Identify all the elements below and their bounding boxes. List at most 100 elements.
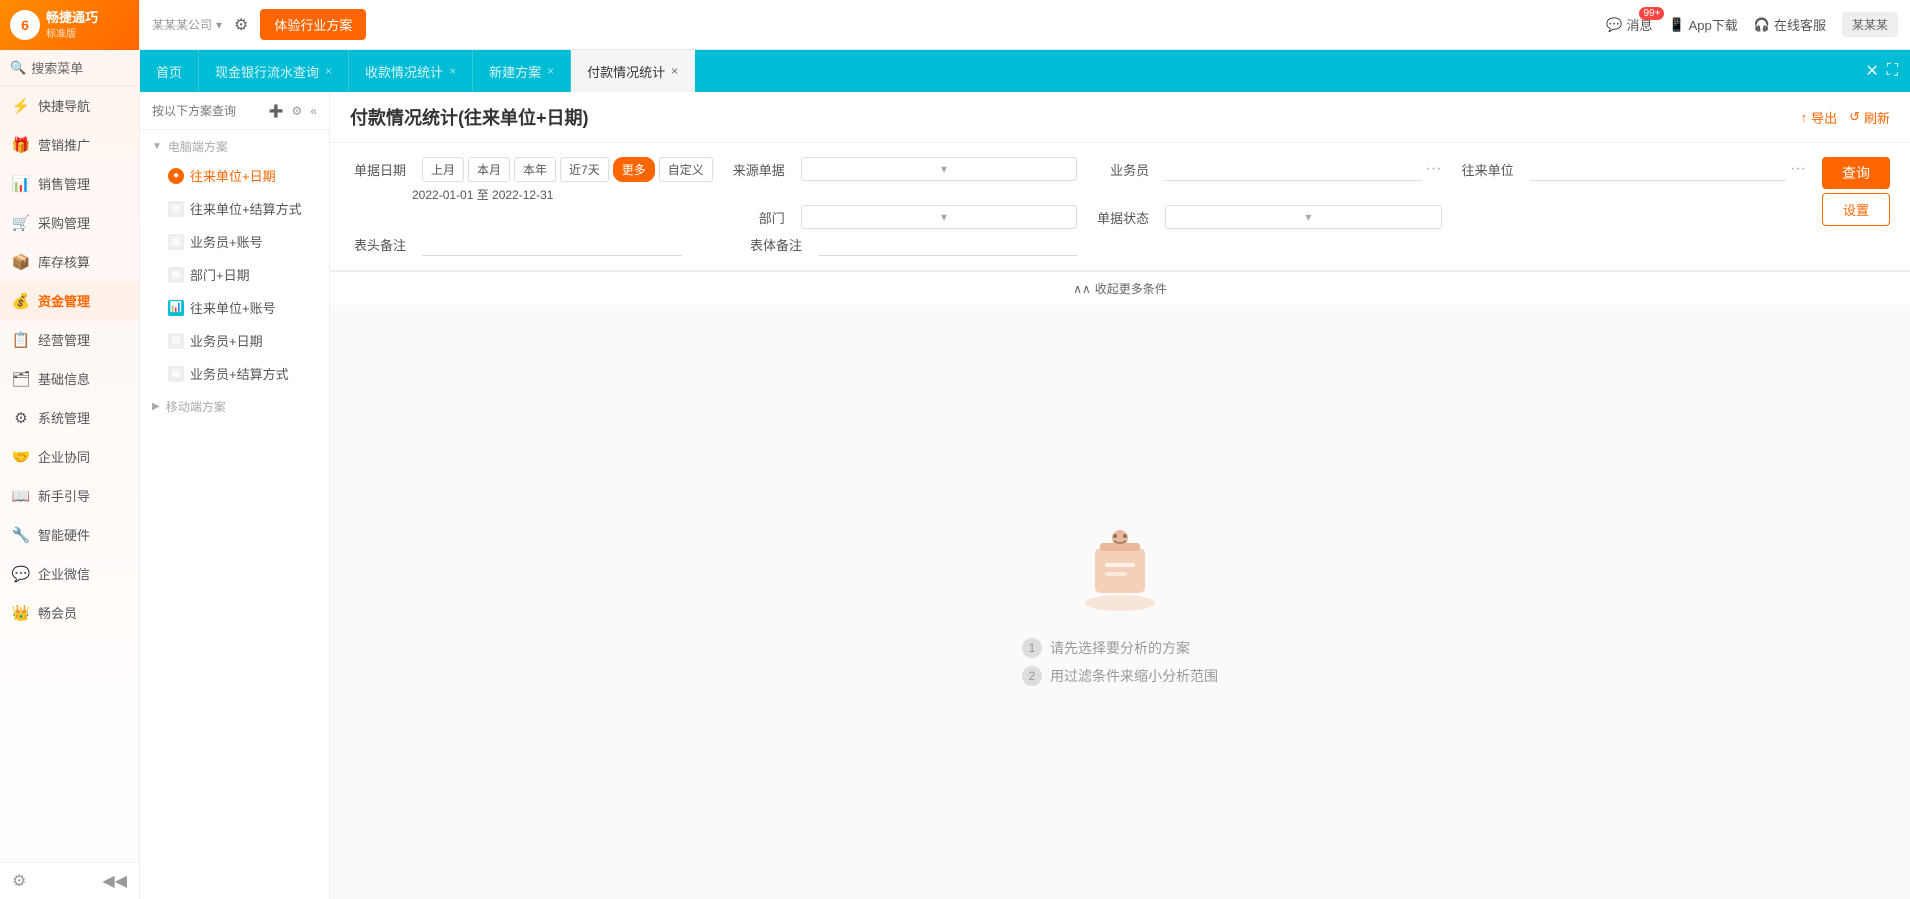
mobile-section-triangle: ▶ bbox=[152, 401, 160, 412]
settings-icon[interactable]: ⚙ bbox=[12, 871, 26, 891]
app-download-btn[interactable]: 📱 App下载 bbox=[1668, 15, 1737, 34]
sidebar-item-marketing[interactable]: 🎁 营销推广 bbox=[0, 125, 139, 164]
dept-select[interactable]: ▾ bbox=[801, 205, 1077, 229]
date-btn-custom[interactable]: 自定义 bbox=[659, 157, 713, 182]
app-icon: 📱 bbox=[1668, 17, 1684, 33]
maximize-btn[interactable]: ⛶ bbox=[1887, 62, 1898, 80]
counterparty-more-icon[interactable]: ··· bbox=[1790, 160, 1806, 178]
date-btn-last-month[interactable]: 上月 bbox=[422, 157, 464, 182]
sidebar-item-purchase[interactable]: 🛒 采购管理 bbox=[0, 203, 139, 242]
user-menu[interactable]: 某某某 bbox=[1842, 12, 1898, 37]
panel-header-actions: ➕ ⚙ « bbox=[269, 104, 317, 118]
close-all-tabs-btn[interactable]: ✕ bbox=[1865, 61, 1878, 81]
tab-home[interactable]: 首页 bbox=[140, 50, 199, 92]
sidebar-item-sales[interactable]: 📊 销售管理 bbox=[0, 164, 139, 203]
scheme-icon-unit-settle: ▦ bbox=[168, 201, 184, 217]
empty-tip-2: 2 用过滤条件来缩小分析范围 bbox=[1022, 666, 1218, 686]
tab-new-plan[interactable]: 新建方案 × bbox=[473, 50, 571, 92]
pc-section-triangle: ▼ bbox=[152, 141, 162, 152]
export-icon: ↑ bbox=[1801, 110, 1808, 125]
topbar: 某某某公司 ▾ ⚙ 体验行业方案 💬 消息 99+ 📱 App下载 🎧 在线客服… bbox=[140, 0, 1910, 50]
scheme-item-unit-account[interactable]: 📊 往来单位+账号 bbox=[140, 291, 329, 324]
topbar-right: 💬 消息 99+ 📱 App下载 🎧 在线客服 某某某 bbox=[1606, 12, 1898, 37]
tab-close-receipt-stats[interactable]: × bbox=[449, 64, 456, 78]
date-btn-7days[interactable]: 近7天 bbox=[560, 157, 609, 182]
sidebar-item-base-info[interactable]: 🗂 基础信息 bbox=[0, 359, 139, 398]
export-btn[interactable]: ↑ 导出 bbox=[1801, 108, 1838, 127]
support-btn[interactable]: 🎧 在线客服 bbox=[1754, 15, 1826, 34]
scheme-item-agent-account[interactable]: ▦ 业务员+账号 bbox=[140, 225, 329, 258]
tab-close-bank-flow[interactable]: × bbox=[325, 64, 332, 78]
company-dropdown-icon: ▾ bbox=[216, 18, 222, 32]
tab-close-new-plan[interactable]: × bbox=[547, 64, 554, 78]
scheme-item-agent-date[interactable]: ▦ 业务员+日期 bbox=[140, 324, 329, 357]
refresh-btn[interactable]: ↺ 刷新 bbox=[1849, 108, 1890, 127]
sidebar-item-operations[interactable]: 📋 经营管理 bbox=[0, 320, 139, 359]
sidebar-item-finance[interactable]: 💰 资金管理 bbox=[0, 281, 139, 320]
company-icon: 🤝 bbox=[12, 448, 30, 466]
date-buttons: 上月 本月 本年 近7天 更多 自定义 bbox=[422, 157, 713, 182]
filter-row-dept: 部门 ▾ bbox=[729, 205, 1077, 229]
company-selector[interactable]: 某某某公司 ▾ bbox=[152, 16, 222, 33]
sidebar-item-quick-nav[interactable]: ⚡ 快捷导航 bbox=[0, 86, 139, 125]
messages-btn[interactable]: 💬 消息 99+ bbox=[1606, 15, 1652, 34]
tab-close-payment-stats[interactable]: × bbox=[671, 64, 678, 78]
scheme-icon-unit-account: 📊 bbox=[168, 300, 184, 316]
mobile-section[interactable]: ▶ 移动端方案 bbox=[140, 390, 329, 419]
topbar-gear-icon[interactable]: ⚙ bbox=[230, 11, 252, 39]
collapse-icon: ∧∧ bbox=[1073, 282, 1091, 296]
scheme-item-unit-settle[interactable]: ▦ 往来单位+结算方式 bbox=[140, 192, 329, 225]
message-icon: 💬 bbox=[1606, 17, 1622, 33]
date-btn-this-month[interactable]: 本月 bbox=[468, 157, 510, 182]
trial-btn[interactable]: 体验行业方案 bbox=[260, 9, 366, 40]
status-select[interactable]: ▾ bbox=[1165, 205, 1441, 229]
sidebar-item-member[interactable]: 👑 畅会员 bbox=[0, 593, 139, 632]
collapse-more-btn[interactable]: ∧∧ 收起更多条件 bbox=[1073, 280, 1167, 297]
body-note-input[interactable] bbox=[818, 233, 1078, 256]
page-area: 付款情况统计(往来单位+日期) ↑ 导出 ↺ 刷新 bbox=[330, 92, 1910, 899]
date-btn-more[interactable]: 更多 bbox=[613, 157, 655, 182]
query-btn[interactable]: 查询 bbox=[1822, 157, 1890, 189]
pc-section[interactable]: ▼ 电脑端方案 bbox=[140, 130, 329, 159]
date-label: 单据日期 bbox=[350, 160, 406, 179]
sidebar-item-hardware[interactable]: 🔧 智能硬件 bbox=[0, 515, 139, 554]
empty-icon bbox=[1070, 518, 1170, 618]
sidebar-item-system[interactable]: ⚙ 系统管理 bbox=[0, 398, 139, 437]
agent-more-icon[interactable]: ··· bbox=[1426, 160, 1442, 178]
search-icon: 🔍 bbox=[10, 60, 26, 76]
operations-icon: 📋 bbox=[12, 331, 30, 349]
search-menu[interactable]: 🔍 搜索菜单 bbox=[0, 50, 139, 86]
tab-bank-flow[interactable]: 现金银行流水查询 × bbox=[199, 50, 349, 92]
empty-tip-1: 1 请先选择要分析的方案 bbox=[1022, 638, 1218, 658]
sidebar-nav: ⚡ 快捷导航 🎁 营销推广 📊 销售管理 🛒 采购管理 📦 库存核算 💰 资金管… bbox=[0, 86, 139, 862]
sidebar-item-inventory[interactable]: 📦 库存核算 bbox=[0, 242, 139, 281]
tab-receipt-stats[interactable]: 收款情况统计 × bbox=[349, 50, 473, 92]
filter-row-counterparty: 往来单位 ··· bbox=[1458, 157, 1806, 181]
collapse-sidebar-icon[interactable]: ◀◀ bbox=[102, 871, 127, 891]
add-scheme-btn[interactable]: ➕ bbox=[269, 104, 284, 118]
scheme-item-unit-date[interactable]: ● 往来单位+日期 bbox=[140, 159, 329, 192]
tab-payment-stats[interactable]: 付款情况统计 × bbox=[571, 50, 695, 92]
base-info-icon: 🗂 bbox=[12, 370, 30, 388]
sidebar-item-company[interactable]: 🤝 企业协同 bbox=[0, 437, 139, 476]
date-btn-this-year[interactable]: 本年 bbox=[514, 157, 556, 182]
source-select[interactable]: ▾ bbox=[801, 157, 1077, 181]
sidebar-item-guide[interactable]: 📖 新手引导 bbox=[0, 476, 139, 515]
scheme-icon-dept-date: ▦ bbox=[168, 267, 184, 283]
sidebar-footer: ⚙ ◀◀ bbox=[0, 862, 139, 899]
scheme-settings-icon[interactable]: ⚙ bbox=[292, 104, 303, 118]
header-note-input[interactable] bbox=[422, 233, 682, 256]
source-label: 来源单据 bbox=[729, 160, 785, 179]
content-area: 按以下方案查询 ➕ ⚙ « ▼ 电脑端方案 ● 往来单位+日期 ▦ 往来单位+结… bbox=[140, 92, 1910, 899]
scheme-item-dept-date[interactable]: ▦ 部门+日期 bbox=[140, 258, 329, 291]
collapse-panel-btn[interactable]: « bbox=[310, 104, 317, 118]
wechat-icon: 💬 bbox=[12, 565, 30, 583]
guide-icon: 📖 bbox=[12, 487, 30, 505]
quick-nav-icon: ⚡ bbox=[12, 97, 30, 115]
filter-setting-btn[interactable]: 设置 bbox=[1822, 193, 1890, 226]
logo-text: 畅捷通巧 标准版 bbox=[46, 10, 98, 41]
collapse-bar: ∧∧ 收起更多条件 bbox=[330, 271, 1910, 305]
sidebar-item-wechat[interactable]: 💬 企业微信 bbox=[0, 554, 139, 593]
scheme-item-agent-settle[interactable]: ▦ 业务员+结算方式 bbox=[140, 357, 329, 390]
filter-row-source: 来源单据 ▾ bbox=[729, 157, 1077, 181]
